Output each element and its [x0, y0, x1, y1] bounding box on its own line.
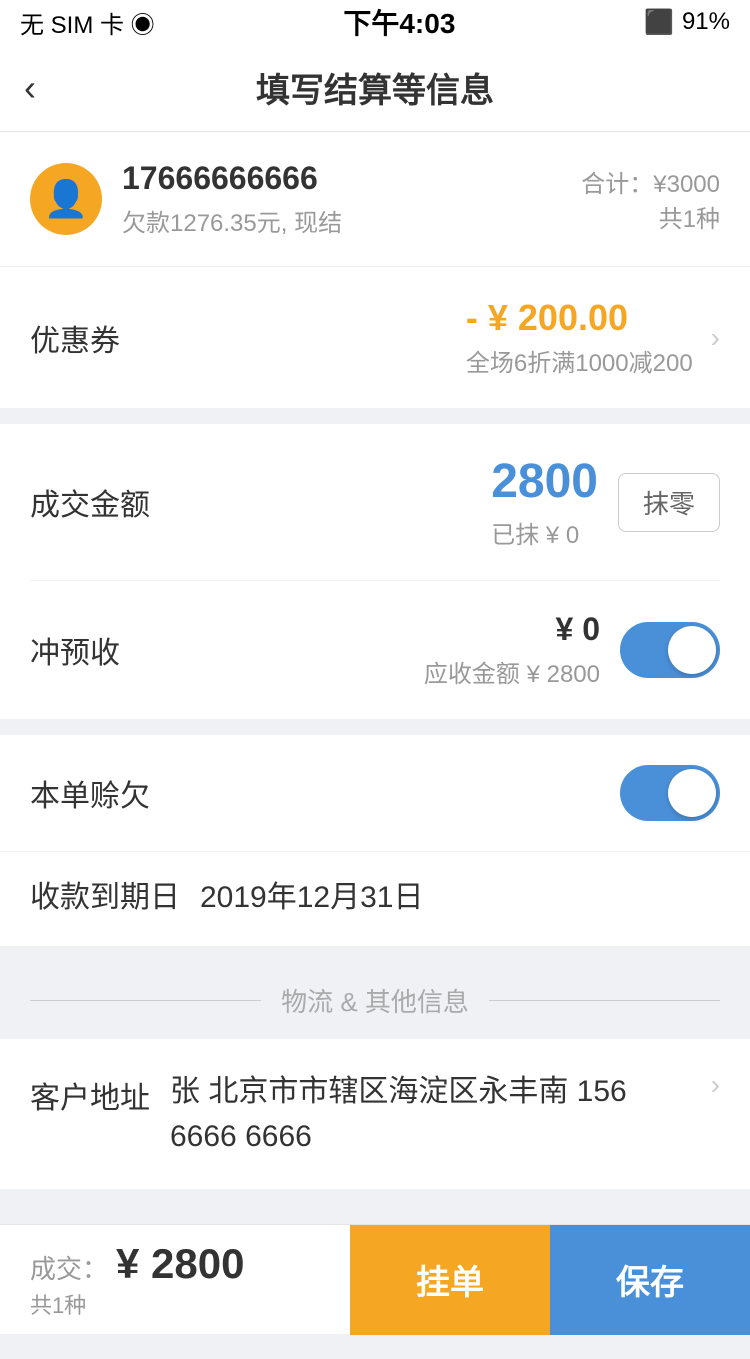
- logistics-separator: 物流 & 其他信息: [0, 962, 750, 1039]
- coupon-right: - ¥ 200.00 全场6折满1000减200 ›: [466, 297, 720, 378]
- round-button[interactable]: 抹零: [618, 473, 720, 532]
- avatar-icon: 👤: [44, 178, 89, 220]
- deal-right: 2800 已抹 ¥ 0 抹零: [491, 454, 720, 550]
- separator-text: 物流 & 其他信息: [281, 982, 469, 1019]
- coupon-detail: 全场6折满1000减200: [466, 343, 693, 378]
- back-button[interactable]: ‹: [24, 67, 36, 109]
- deal-label: 成交金额: [30, 480, 150, 524]
- credit-section: 本单赊欠 收款到期日 2019年12月31日: [0, 735, 750, 946]
- sep-line-left: [30, 1000, 261, 1001]
- page-title: 填写结算等信息: [256, 63, 494, 112]
- prepay-label: 冲预收: [30, 628, 120, 672]
- sep-line-right: [489, 1000, 720, 1001]
- toggle-knob: [668, 626, 716, 674]
- prepay-sub: 应收金额 ¥ 2800: [424, 654, 600, 689]
- nav-bar: ‹ 填写结算等信息: [0, 44, 750, 132]
- due-date-value: 2019年12月31日: [200, 872, 423, 916]
- avatar: 👤: [30, 163, 102, 235]
- prepay-row: 冲预收 ¥ 0 应收金额 ¥ 2800: [30, 581, 720, 719]
- credit-row: 本单赊欠: [0, 735, 750, 851]
- address-row[interactable]: 客户地址 张 北京市市辖区海淀区永丰南 156 6666 6666 ›: [0, 1039, 750, 1189]
- save-button[interactable]: 保存: [550, 1225, 750, 1335]
- deal-amount: 2800: [491, 454, 598, 509]
- battery-icon: ⬛: [644, 8, 674, 37]
- customer-phone: 17666666666: [122, 160, 342, 197]
- customer-left: 👤 17666666666 欠款1276.35元, 现结: [30, 160, 342, 238]
- credit-label: 本单赊欠: [30, 771, 150, 815]
- prepay-value-wrap: ¥ 0 应收金额 ¥ 2800: [424, 611, 600, 689]
- bottom-left: 成交： ¥ 2800 共1种: [0, 1240, 350, 1320]
- deal-sub: 已抹 ¥ 0: [491, 515, 598, 550]
- customer-right: 合计：¥3000 共1种: [581, 164, 720, 234]
- prepay-toggle[interactable]: [620, 622, 720, 678]
- status-bar: 无 SIM 卡 ◉ 下午4:03 ⬛ 91%: [0, 0, 750, 44]
- bottom-deal-row: 成交： ¥ 2800: [30, 1240, 320, 1288]
- deal-value-wrap: 2800 已抹 ¥ 0: [491, 454, 598, 550]
- total-label: 合计：¥3000: [581, 164, 720, 199]
- bottom-bar: 成交： ¥ 2800 共1种 挂单 保存: [0, 1224, 750, 1334]
- status-left: 无 SIM 卡 ◉: [20, 5, 155, 40]
- prepay-right: ¥ 0 应收金额 ¥ 2800: [424, 611, 720, 689]
- address-label: 客户地址: [30, 1069, 150, 1117]
- customer-info: 17666666666 欠款1276.35元, 现结: [122, 160, 342, 238]
- credit-toggle[interactable]: [620, 765, 720, 821]
- bottom-amount: ¥ 2800: [116, 1240, 244, 1288]
- coupon-value: - ¥ 200.00 全场6折满1000减200: [466, 297, 693, 378]
- total-count: 共1种: [581, 199, 720, 234]
- status-right: ⬛ 91%: [644, 8, 730, 37]
- battery-percent: 91%: [682, 8, 730, 36]
- bottom-spacer-bg: [0, 1189, 750, 1229]
- coupon-row[interactable]: 优惠券 - ¥ 200.00 全场6折满1000减200 ›: [0, 266, 750, 408]
- coupon-amount: - ¥ 200.00: [466, 297, 693, 339]
- carrier-text: 无 SIM 卡 ◉: [20, 5, 155, 40]
- customer-row: 👤 17666666666 欠款1276.35元, 现结 合计：¥3000 共1…: [0, 132, 750, 266]
- hold-button[interactable]: 挂单: [350, 1225, 550, 1335]
- bottom-count: 共1种: [30, 1288, 320, 1320]
- due-date-row: 收款到期日 2019年12月31日: [0, 851, 750, 946]
- address-text: 张 北京市市辖区海淀区永丰南 156 6666 6666: [170, 1069, 683, 1159]
- credit-toggle-knob: [668, 769, 716, 817]
- amount-section: 成交金额 2800 已抹 ¥ 0 抹零 冲预收 ¥ 0 应收金额 ¥ 2800: [0, 424, 750, 719]
- prepay-amount: ¥ 0: [424, 611, 600, 648]
- coupon-label: 优惠券: [30, 316, 120, 360]
- coupon-chevron: ›: [711, 322, 720, 354]
- address-chevron: ›: [711, 1069, 720, 1101]
- bottom-deal-label: 成交：: [30, 1249, 108, 1286]
- customer-subtext: 欠款1276.35元, 现结: [122, 203, 342, 238]
- deal-amount-row: 成交金额 2800 已抹 ¥ 0 抹零: [30, 424, 720, 581]
- status-time: 下午4:03: [343, 2, 455, 42]
- due-date-label: 收款到期日: [30, 872, 180, 916]
- customer-section: 👤 17666666666 欠款1276.35元, 现结 合计：¥3000 共1…: [0, 132, 750, 408]
